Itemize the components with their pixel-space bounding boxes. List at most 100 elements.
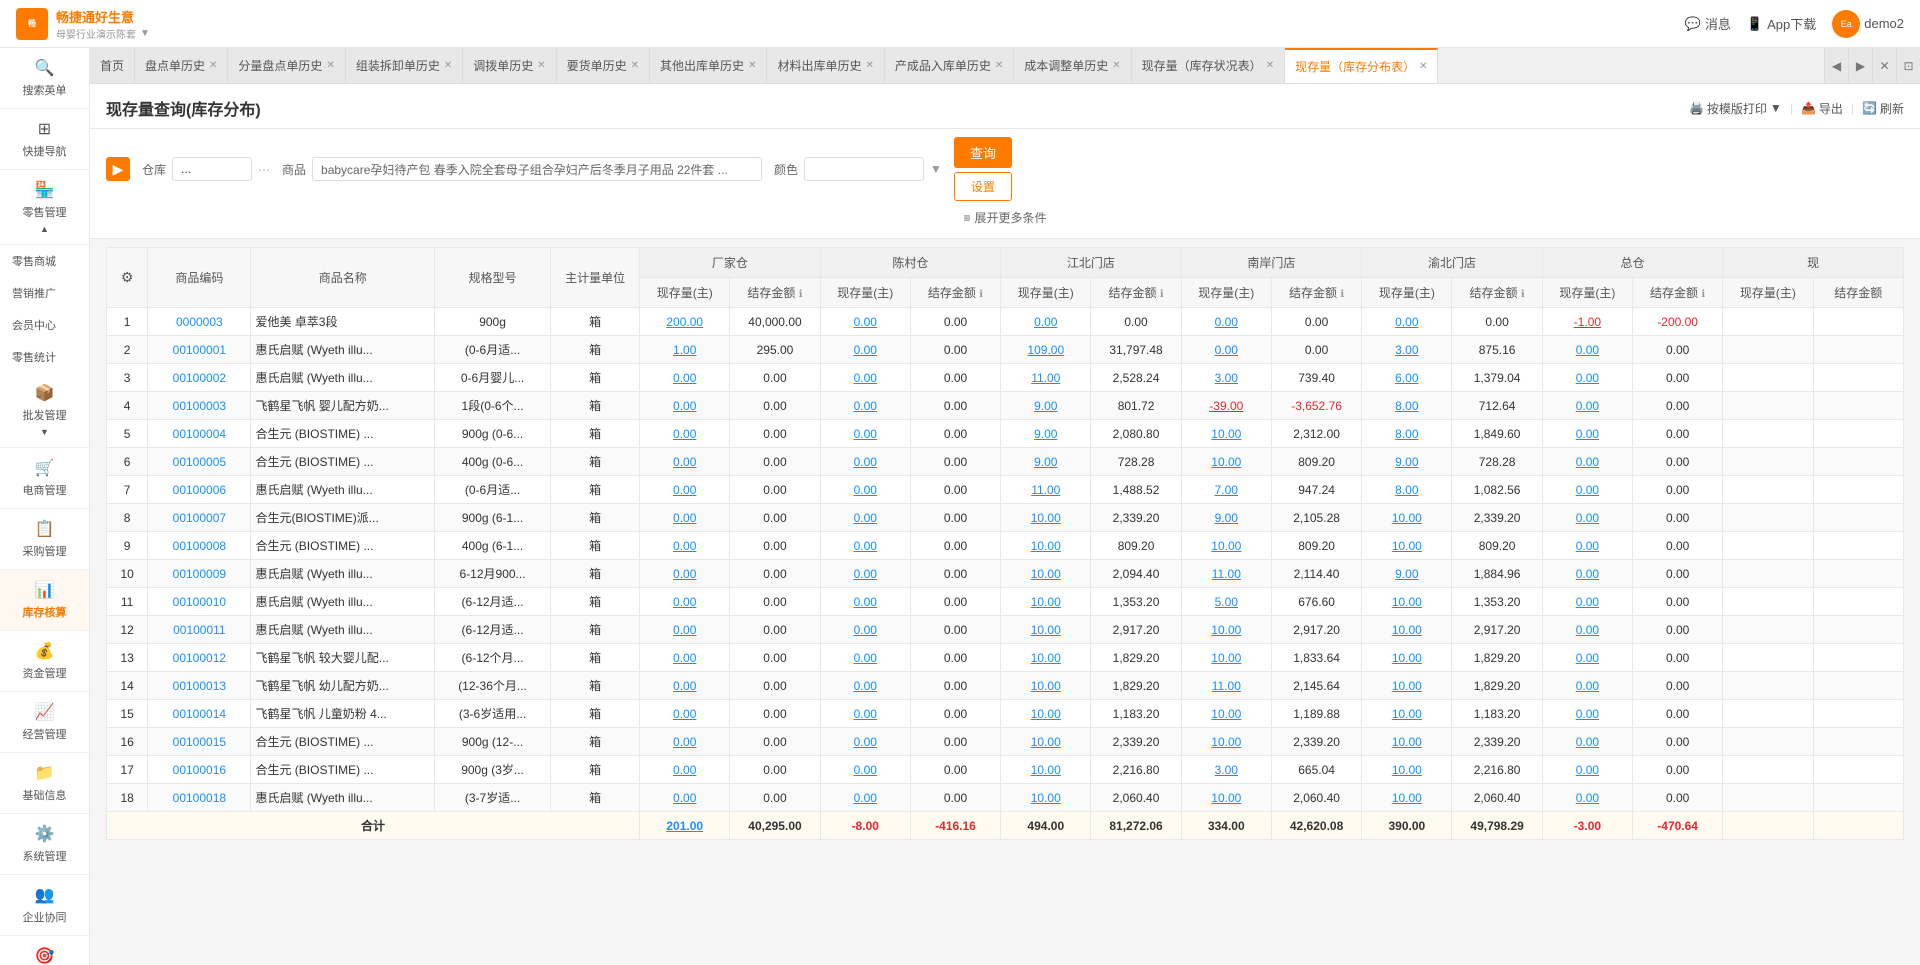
tab-distributed-check[interactable]: 分量盘点单历史 ✕ [228, 48, 345, 84]
tab-expand[interactable]: ⊡ [1896, 48, 1920, 84]
row-fqty[interactable]: 0.00 [640, 560, 730, 588]
user-info[interactable]: Ea demo2 [1832, 10, 1904, 38]
row-tqty[interactable]: 0.00 [1542, 700, 1632, 728]
goods-input[interactable] [312, 157, 762, 181]
row-nqty[interactable]: 10.00 [1181, 532, 1271, 560]
warehouse-more-icon[interactable]: ··· [258, 162, 270, 176]
settings-btn[interactable]: 设置 [954, 172, 1012, 201]
row-yqty[interactable]: 9.00 [1362, 448, 1452, 476]
row-cqty[interactable]: 0.00 [820, 420, 910, 448]
row-cqty[interactable]: 0.00 [820, 784, 910, 812]
row-yqty[interactable]: 10.00 [1362, 784, 1452, 812]
info-icon-namt[interactable]: ℹ [1340, 289, 1344, 300]
row-fqty[interactable]: 0.00 [640, 476, 730, 504]
row-nqty[interactable]: 10.00 [1181, 448, 1271, 476]
row-nqty[interactable]: 0.00 [1181, 308, 1271, 336]
row-jqty[interactable]: 10.00 [1001, 644, 1091, 672]
tab-close-5[interactable]: ✕ [748, 60, 756, 71]
info-icon-camt[interactable]: ℹ [979, 289, 983, 300]
row-cqty[interactable]: 0.00 [820, 476, 910, 504]
row-tqty[interactable]: 0.00 [1542, 448, 1632, 476]
tab-product-in[interactable]: 产成品入库单历史 ✕ [885, 48, 1014, 84]
row-fqty[interactable]: 0.00 [640, 448, 730, 476]
row-jqty[interactable]: 10.00 [1001, 560, 1091, 588]
row-jqty[interactable]: 11.00 [1001, 364, 1091, 392]
row-fqty[interactable]: 0.00 [640, 588, 730, 616]
row-fqty[interactable]: 0.00 [640, 756, 730, 784]
row-tqty[interactable]: 0.00 [1542, 420, 1632, 448]
sidebar-item-guide[interactable]: 🎯 新手引导 [0, 936, 89, 965]
row-tqty[interactable]: 0.00 [1542, 364, 1632, 392]
row-cqty[interactable]: 0.00 [820, 756, 910, 784]
color-input[interactable] [804, 157, 924, 181]
row-cqty[interactable]: 0.00 [820, 588, 910, 616]
tab-close-0[interactable]: ✕ [209, 60, 217, 71]
tab-close-1[interactable]: ✕ [326, 60, 334, 71]
row-nqty[interactable]: 10.00 [1181, 616, 1271, 644]
row-jqty[interactable]: 10.00 [1001, 756, 1091, 784]
tab-home[interactable]: 首页 [90, 48, 135, 84]
tab-assembly[interactable]: 组装拆卸单历史 ✕ [346, 48, 463, 84]
row-yqty[interactable]: 10.00 [1362, 672, 1452, 700]
row-tqty[interactable]: 0.00 [1542, 728, 1632, 756]
row-cqty[interactable]: 0.00 [820, 616, 910, 644]
row-jqty[interactable]: 10.00 [1001, 616, 1091, 644]
row-yqty[interactable]: 9.00 [1362, 560, 1452, 588]
row-yqty[interactable]: 10.00 [1362, 728, 1452, 756]
info-icon-yamt[interactable]: ℹ [1521, 289, 1525, 300]
row-jqty[interactable]: 9.00 [1001, 392, 1091, 420]
column-settings-icon[interactable]: ⚙ [121, 269, 134, 285]
print-btn[interactable]: 🖨️ 按模版打印 ▼ [1689, 100, 1782, 117]
row-fqty[interactable]: 0.00 [640, 672, 730, 700]
row-cqty[interactable]: 0.00 [820, 644, 910, 672]
sidebar-item-wholesale[interactable]: 📦 批发管理 ▼ [0, 373, 89, 448]
row-yqty[interactable]: 3.00 [1362, 336, 1452, 364]
info-icon-jamt[interactable]: ℹ [1160, 289, 1164, 300]
sidebar-item-purchase[interactable]: 📋 采购管理 [0, 509, 89, 570]
row-cqty[interactable]: 0.00 [820, 700, 910, 728]
row-yqty[interactable]: 10.00 [1362, 504, 1452, 532]
row-fqty[interactable]: 0.00 [640, 700, 730, 728]
row-fqty[interactable]: 1.00 [640, 336, 730, 364]
sidebar-item-system[interactable]: ⚙️ 系统管理 [0, 814, 89, 875]
row-fqty[interactable]: 0.00 [640, 392, 730, 420]
export-btn[interactable]: 📤 导出 [1801, 100, 1843, 117]
row-fqty[interactable]: 0.00 [640, 532, 730, 560]
row-yqty[interactable]: 10.00 [1362, 756, 1452, 784]
row-tqty[interactable]: 0.00 [1542, 588, 1632, 616]
tab-close-all[interactable]: ✕ [1872, 48, 1896, 84]
row-nqty[interactable]: 10.00 [1181, 420, 1271, 448]
row-nqty[interactable]: 10.00 [1181, 644, 1271, 672]
row-fqty[interactable]: 0.00 [640, 644, 730, 672]
row-fqty[interactable]: 0.00 [640, 728, 730, 756]
row-jqty[interactable]: 0.00 [1001, 308, 1091, 336]
sidebar-item-mall[interactable]: 零售商城 [0, 245, 89, 277]
row-fqty[interactable]: 0.00 [640, 364, 730, 392]
sidebar-item-finance[interactable]: 💰 资金管理 [0, 631, 89, 692]
row-nqty[interactable]: 9.00 [1181, 504, 1271, 532]
row-jqty[interactable]: 109.00 [1001, 336, 1091, 364]
warehouse-input[interactable] [172, 157, 252, 181]
row-yqty[interactable]: 8.00 [1362, 392, 1452, 420]
row-jqty[interactable]: 10.00 [1001, 588, 1091, 616]
row-cqty[interactable]: 0.00 [820, 504, 910, 532]
refresh-btn[interactable]: 🔄 刷新 [1862, 100, 1904, 117]
row-tqty[interactable]: 0.00 [1542, 784, 1632, 812]
row-jqty[interactable]: 10.00 [1001, 532, 1091, 560]
row-jqty[interactable]: 10.00 [1001, 700, 1091, 728]
sidebar-item-marketing[interactable]: 营销推广 [0, 277, 89, 309]
row-nqty[interactable]: 0.00 [1181, 336, 1271, 364]
row-cqty[interactable]: 0.00 [820, 448, 910, 476]
row-tqty[interactable]: 0.00 [1542, 616, 1632, 644]
app-download-btn[interactable]: 📱 App下载 [1747, 14, 1816, 33]
sidebar-item-retail-stat[interactable]: 零售统计 [0, 341, 89, 373]
tab-transfer[interactable]: 调拨单历史 ✕ [463, 48, 556, 84]
row-tqty[interactable]: 0.00 [1542, 672, 1632, 700]
row-fqty[interactable]: 0.00 [640, 420, 730, 448]
row-cqty[interactable]: 0.00 [820, 672, 910, 700]
row-yqty[interactable]: 8.00 [1362, 420, 1452, 448]
row-tqty[interactable]: 0.00 [1542, 532, 1632, 560]
tab-other-out[interactable]: 其他出库单历史 ✕ [650, 48, 767, 84]
query-btn[interactable]: 查询 [954, 137, 1012, 168]
row-nqty[interactable]: -39.00 [1181, 392, 1271, 420]
